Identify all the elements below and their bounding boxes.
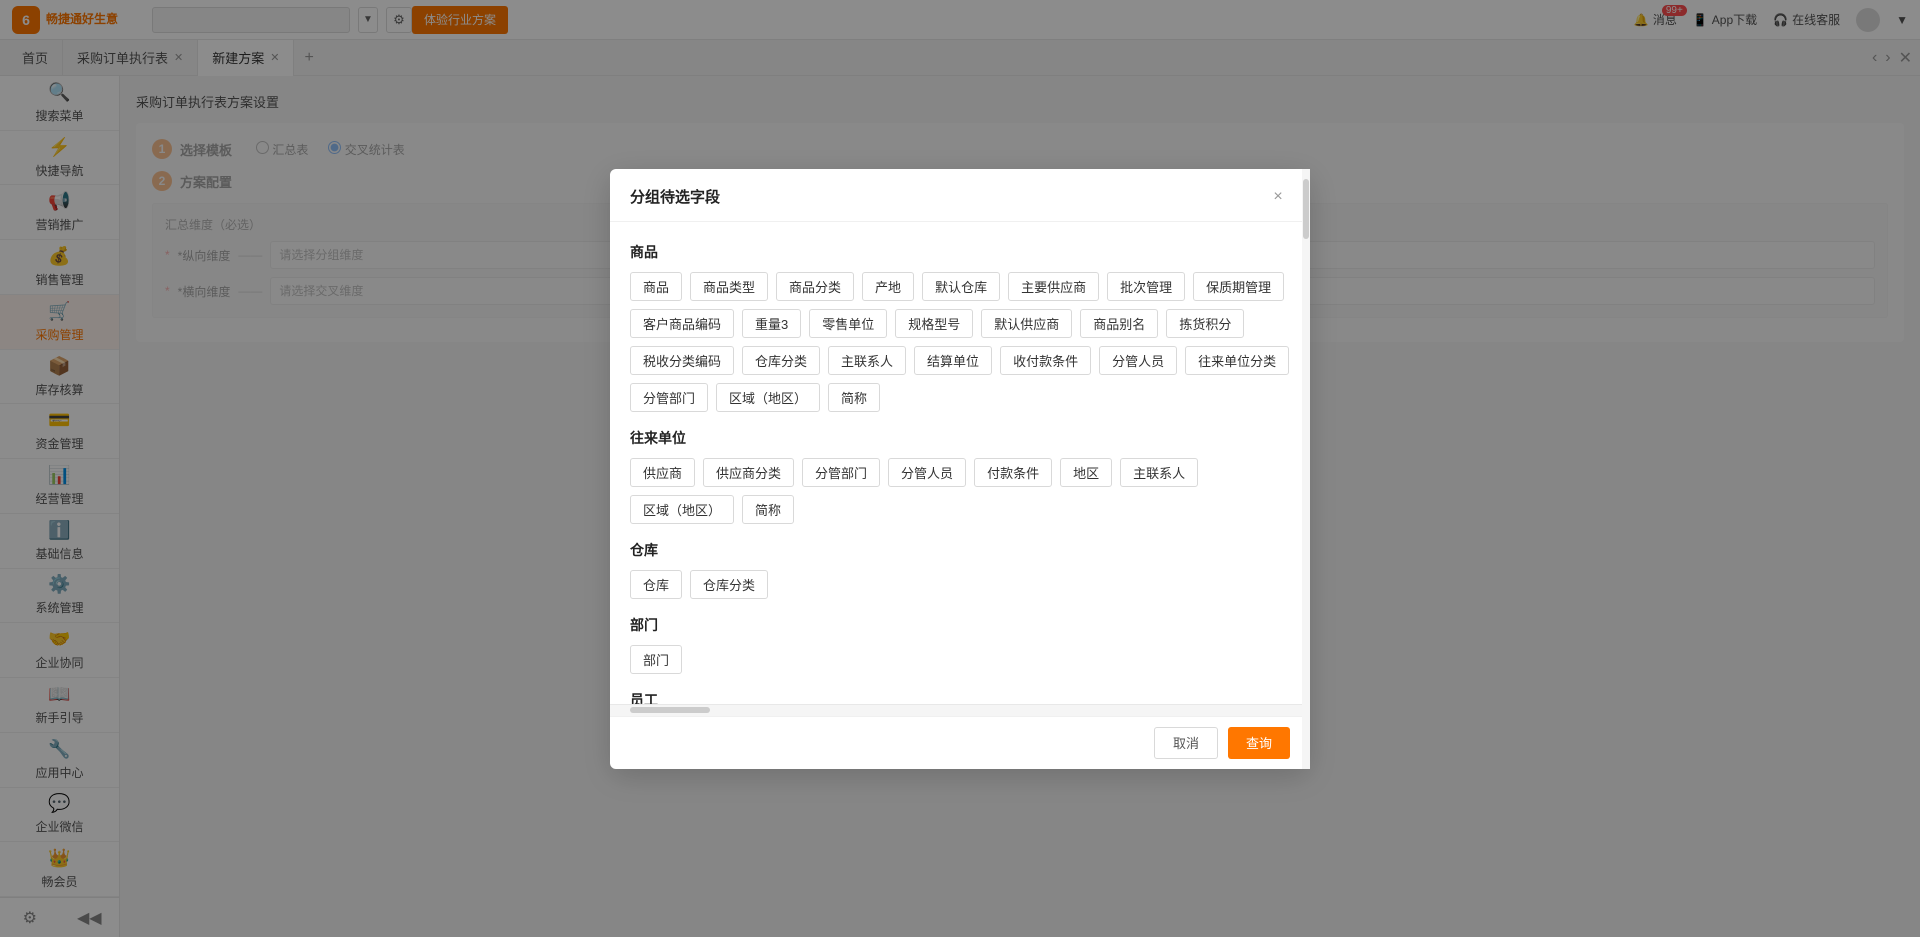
field-tag-goods-4[interactable]: 默认仓库 xyxy=(922,272,1000,301)
tag-group-warehouse: 仓库 仓库分类 xyxy=(630,570,1290,599)
field-tag-goods-18[interactable]: 结算单位 xyxy=(914,346,992,375)
field-tag-goods-22[interactable]: 分管部门 xyxy=(630,383,708,412)
modal-overlay: 分组待选字段 × 商品 商品 商品类型 商品分类 产地 默认仓库 主要供应商 批… xyxy=(0,0,1920,937)
field-tag-goods-13[interactable]: 商品别名 xyxy=(1080,309,1158,338)
tag-group-goods: 商品 商品类型 商品分类 产地 默认仓库 主要供应商 批次管理 保质期管理 客户… xyxy=(630,272,1290,412)
field-select-modal: 分组待选字段 × 商品 商品 商品类型 商品分类 产地 默认仓库 主要供应商 批… xyxy=(610,169,1310,769)
field-tag-goods-7[interactable]: 保质期管理 xyxy=(1193,272,1284,301)
modal-body[interactable]: 商品 商品 商品类型 商品分类 产地 默认仓库 主要供应商 批次管理 保质期管理… xyxy=(610,222,1310,704)
section-label-dept: 部门 xyxy=(630,615,1290,635)
field-tag-goods-5[interactable]: 主要供应商 xyxy=(1008,272,1099,301)
section-label-warehouse: 仓库 xyxy=(630,540,1290,560)
section-label-employee: 员工 xyxy=(630,690,1290,704)
field-tag-goods-15[interactable]: 税收分类编码 xyxy=(630,346,734,375)
field-tag-goods-20[interactable]: 分管人员 xyxy=(1099,346,1177,375)
field-tag-goods-1[interactable]: 商品类型 xyxy=(690,272,768,301)
field-tag-partner-2[interactable]: 分管部门 xyxy=(802,458,880,487)
field-tag-partner-1[interactable]: 供应商分类 xyxy=(703,458,794,487)
field-tag-goods-19[interactable]: 收付款条件 xyxy=(1000,346,1091,375)
field-tag-partner-7[interactable]: 区域（地区） xyxy=(630,495,734,524)
field-tag-goods-8[interactable]: 客户商品编码 xyxy=(630,309,734,338)
modal-h-thumb xyxy=(630,707,710,713)
confirm-button[interactable]: 查询 xyxy=(1228,727,1290,759)
field-tag-partner-5[interactable]: 地区 xyxy=(1060,458,1112,487)
field-tag-goods-23[interactable]: 区域（地区） xyxy=(716,383,820,412)
field-tag-dept-0[interactable]: 部门 xyxy=(630,645,682,674)
field-tag-goods-12[interactable]: 默认供应商 xyxy=(981,309,1072,338)
modal-close-button[interactable]: × xyxy=(1266,185,1290,209)
modal-h-scrollbar[interactable] xyxy=(610,704,1310,716)
field-tag-partner-8[interactable]: 简称 xyxy=(742,495,794,524)
field-tag-goods-0[interactable]: 商品 xyxy=(630,272,682,301)
tag-group-partner: 供应商 供应商分类 分管部门 分管人员 付款条件 地区 主联系人 区域（地区） … xyxy=(630,458,1290,524)
field-tag-goods-10[interactable]: 零售单位 xyxy=(809,309,887,338)
field-tag-goods-9[interactable]: 重量3 xyxy=(742,309,801,338)
field-tag-warehouse-0[interactable]: 仓库 xyxy=(630,570,682,599)
field-tag-warehouse-1[interactable]: 仓库分类 xyxy=(690,570,768,599)
modal-v-scrollbar[interactable] xyxy=(1302,169,1310,769)
cancel-button[interactable]: 取消 xyxy=(1154,727,1218,759)
field-tag-partner-4[interactable]: 付款条件 xyxy=(974,458,1052,487)
section-label-goods: 商品 xyxy=(630,242,1290,262)
field-tag-goods-11[interactable]: 规格型号 xyxy=(895,309,973,338)
field-tag-partner-0[interactable]: 供应商 xyxy=(630,458,695,487)
tag-group-dept: 部门 xyxy=(630,645,1290,674)
field-tag-goods-24[interactable]: 简称 xyxy=(828,383,880,412)
field-tag-goods-16[interactable]: 仓库分类 xyxy=(742,346,820,375)
modal-header: 分组待选字段 × xyxy=(610,169,1310,222)
field-tag-goods-3[interactable]: 产地 xyxy=(862,272,914,301)
field-tag-partner-6[interactable]: 主联系人 xyxy=(1120,458,1198,487)
section-label-partner: 往来单位 xyxy=(630,428,1290,448)
field-tag-goods-17[interactable]: 主联系人 xyxy=(828,346,906,375)
field-tag-goods-6[interactable]: 批次管理 xyxy=(1107,272,1185,301)
modal-footer: 取消 查询 xyxy=(610,716,1310,769)
field-tag-goods-21[interactable]: 往来单位分类 xyxy=(1185,346,1289,375)
modal-title: 分组待选字段 xyxy=(630,186,720,207)
field-tag-goods-14[interactable]: 拣货积分 xyxy=(1166,309,1244,338)
field-tag-goods-2[interactable]: 商品分类 xyxy=(776,272,854,301)
modal-v-thumb xyxy=(1303,179,1309,239)
field-tag-partner-3[interactable]: 分管人员 xyxy=(888,458,966,487)
